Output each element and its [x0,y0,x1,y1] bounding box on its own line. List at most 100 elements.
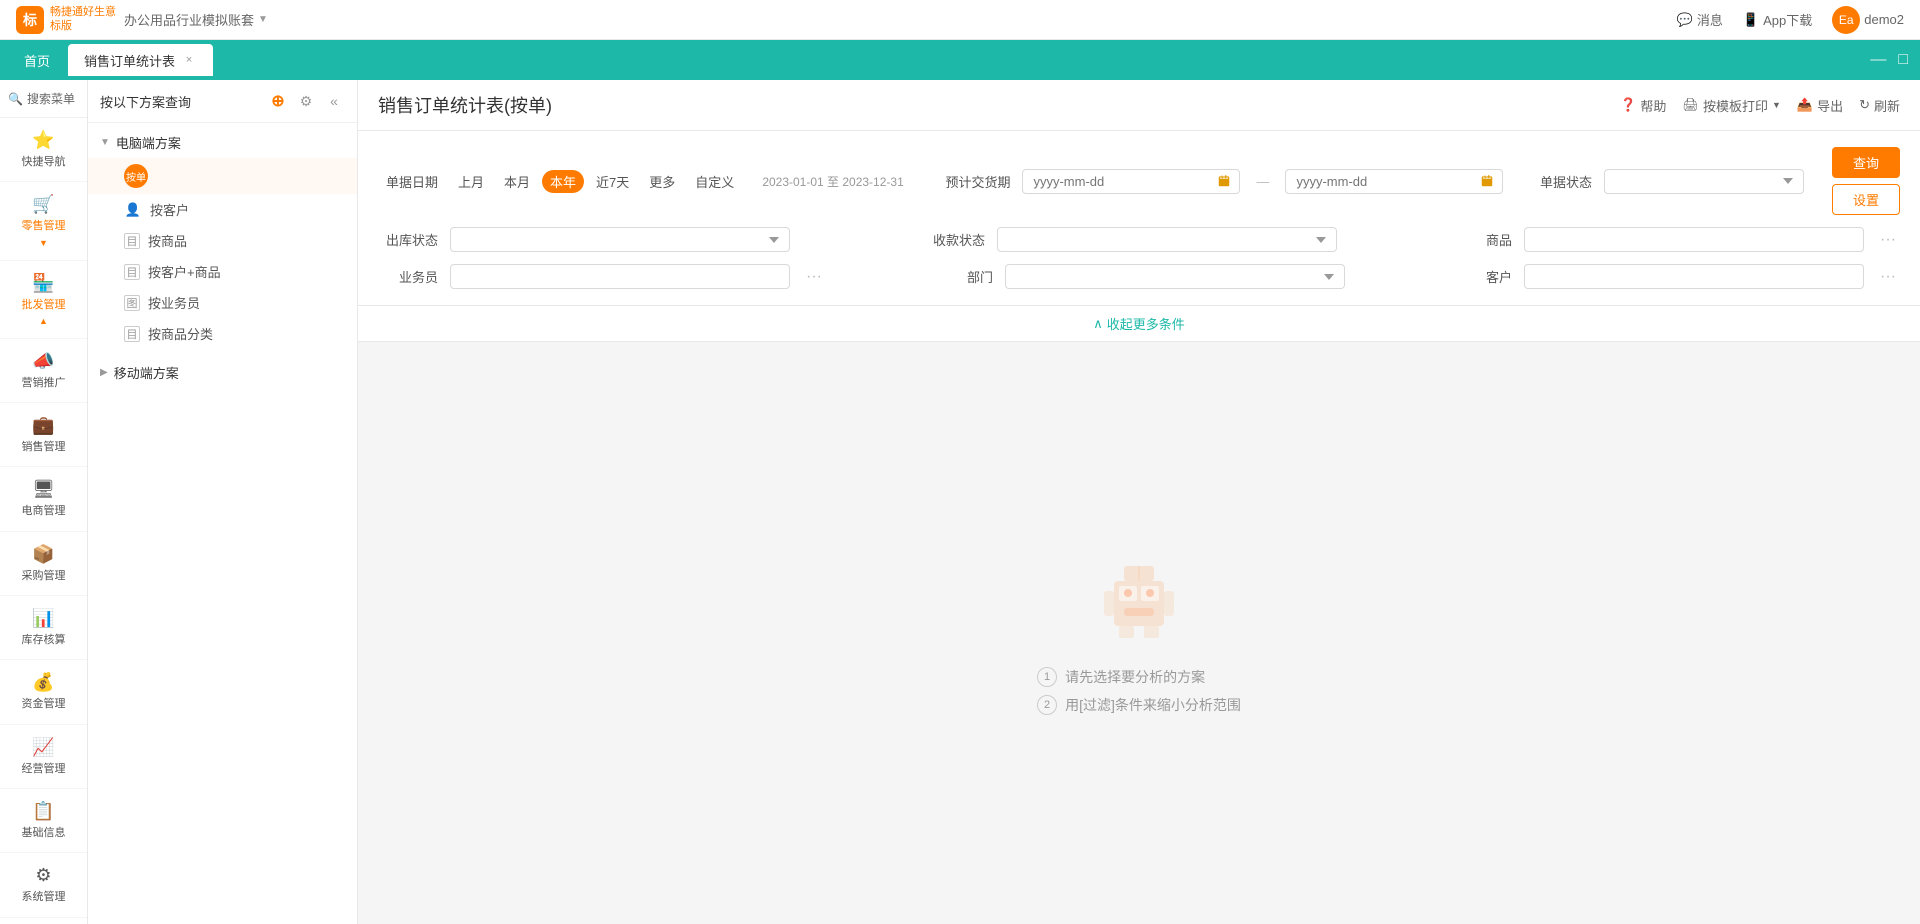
print-icon: 🖨 [1682,97,1699,113]
company-selector[interactable]: 办公用品行业模拟账套 ▼ [124,10,268,29]
customer-input[interactable] [1524,264,1864,289]
date-tab-this-year[interactable]: 本年 [542,170,584,193]
sidebar-item-retail[interactable]: 🛒 零售管理 ▼ [0,182,87,260]
hint-text-2: 用[过滤]条件来缩小分析范围 [1065,695,1241,715]
tree-section-mobile: ▶ 移动端方案 [88,353,357,392]
date-range-text: 2023-01-01 至 2023-12-31 [762,173,903,190]
sidebar-item-ecommerce[interactable]: 🖥 电商管理 [0,467,87,531]
shortcut-icon: ⭐ [32,130,54,151]
tree-child-by-customer[interactable]: 👤 按客户 [88,194,357,225]
query-btn[interactable]: 查询 [1832,147,1900,178]
add-scheme-btn[interactable]: ⊕ [267,90,289,112]
marketing-icon: 📣 [32,351,54,372]
tree-child-by-goods[interactable]: 目 按商品 [88,225,357,256]
user-menu[interactable]: Ea demo2 [1832,6,1904,34]
wholesale-label: 批发管理 [22,298,66,312]
filter-row-3: 业务员 ··· 部门 客户 ··· [378,264,1900,289]
basic-info-icon: 📋 [32,801,54,822]
date-tab-custom[interactable]: 自定义 [687,170,742,193]
left-panel: 按以下方案查询 ⊕ ⚙ « ▼ 电脑端方案 [88,80,358,924]
left-panel-actions: ⊕ ⚙ « [267,90,345,112]
status-select[interactable] [1604,169,1804,194]
gear-icon: ⚙ [300,93,313,110]
staff-input[interactable] [450,264,790,289]
company-name: 办公用品行业模拟账套 [124,10,254,29]
payment-select[interactable] [997,227,1337,252]
staff-more-btn[interactable]: ··· [802,268,826,286]
settings-btn[interactable]: 设置 [1832,184,1900,215]
sidebar-item-operation[interactable]: 📈 经营管理 [0,725,87,789]
chevron-left-icon: « [330,93,338,109]
message-label: 消息 [1697,10,1723,29]
tree-child-by-customer-goods[interactable]: 目 按客户+商品 [88,256,357,287]
collapse-bar[interactable]: ∧ 收起更多条件 [358,306,1920,342]
collapse-panel-btn[interactable]: « [323,90,345,112]
date-tab-this-month[interactable]: 本月 [496,170,538,193]
empty-hint-1: 1 请先选择要分析的方案 [1037,667,1241,687]
expected-date-start[interactable] [1022,169,1240,194]
home-tab[interactable]: 首页 [8,44,66,76]
sidebar-item-purchase[interactable]: 📦 采购管理 [0,532,87,596]
date-tabs: 上月 本月 本年 近7天 更多 自定义 [450,170,742,193]
export-btn[interactable]: 📤 导出 [1797,96,1843,115]
expected-date-end[interactable] [1285,169,1503,194]
search-icon: 🔍 [8,92,23,106]
marketing-label: 营销推广 [22,376,66,390]
customer-goods-icon: 目 [124,264,140,280]
tab-bar: 首页 销售订单统计表 × — □ [0,40,1920,80]
goods-input[interactable] [1524,227,1864,252]
sidebar-item-system[interactable]: ⚙ 系统管理 [0,853,87,917]
page-title: 销售订单统计表(按单) [378,92,552,118]
staff-label: 业务员 [378,267,438,286]
left-panel-title: 按以下方案查询 [100,92,191,111]
date-tab-more[interactable]: 更多 [641,170,683,193]
payment-label: 收款状态 [925,230,985,249]
retail-icon: 🛒 [32,194,54,215]
tree-parent-pc[interactable]: ▼ 电脑端方案 [88,127,357,158]
goods-more-btn[interactable]: ··· [1876,231,1900,249]
date-tab-7days[interactable]: 近7天 [588,170,637,193]
delivery-select[interactable] [450,227,790,252]
tree-child-by-order[interactable]: 按单 [88,158,357,194]
tab-maximize-btn[interactable]: □ [1898,51,1908,69]
app-download-btn[interactable]: 📱 App下载 [1743,10,1812,29]
category-icon: 目 [124,326,140,342]
empty-hint-2: 2 用[过滤]条件来缩小分析范围 [1037,695,1241,715]
tree-child-by-staff[interactable]: 图 按业务员 [88,287,357,318]
top-bar-left: 标 畅捷通好生意 标版 办公用品行业模拟账套 ▼ [16,6,268,34]
sidebar-item-finance[interactable]: 💰 资金管理 [0,660,87,724]
sidebar-item-collab[interactable]: 🤝 企业协同 [0,918,87,924]
retail-chevron: ▼ [39,238,48,248]
sidebar-item-sales[interactable]: 💼 销售管理 [0,403,87,467]
customer-more-btn[interactable]: ··· [1876,268,1900,286]
phone-icon: 📱 [1743,12,1759,28]
tree-child-by-category[interactable]: 目 按商品分类 [88,318,357,349]
retail-label: 零售管理 [22,219,66,233]
refresh-label: 刷新 [1874,96,1900,115]
sidebar-item-inventory[interactable]: 📊 库存核算 [0,596,87,660]
department-select[interactable] [1005,264,1345,289]
system-label: 系统管理 [22,890,66,904]
hint-num-2: 2 [1037,695,1057,715]
active-indicator: 按单 [124,164,148,188]
sidebar-search[interactable]: 🔍 搜索菜单 [0,80,87,118]
tab-minimize-btn[interactable]: — [1870,51,1886,69]
template-print-btn[interactable]: 🖨 按模板打印 ▼ [1682,96,1780,115]
date-tab-last-month[interactable]: 上月 [450,170,492,193]
tab-close-icon[interactable]: × [181,52,197,68]
message-icon: 💬 [1677,12,1693,28]
chevron-up-icon: ∧ [1093,316,1103,332]
sidebar-item-wholesale[interactable]: 🏪 批发管理 ▲ [0,261,87,339]
tree-parent-mobile[interactable]: ▶ 移动端方案 [88,357,357,388]
sidebar-item-shortcut[interactable]: ⭐ 快捷导航 [0,118,87,182]
content-area: 按以下方案查询 ⊕ ⚙ « ▼ 电脑端方案 [88,80,1920,924]
home-tab-label: 首页 [24,51,50,70]
refresh-btn[interactable]: ↻ 刷新 [1859,96,1900,115]
help-btn[interactable]: ❓ 帮助 [1620,96,1666,115]
scheme-settings-btn[interactable]: ⚙ [295,90,317,112]
sidebar-item-basic-info[interactable]: 📋 基础信息 [0,789,87,853]
help-icon: ❓ [1620,97,1636,113]
sidebar-item-marketing[interactable]: 📣 营销推广 [0,339,87,403]
sales-stats-tab[interactable]: 销售订单统计表 × [68,44,213,76]
message-btn[interactable]: 💬 消息 [1677,10,1723,29]
